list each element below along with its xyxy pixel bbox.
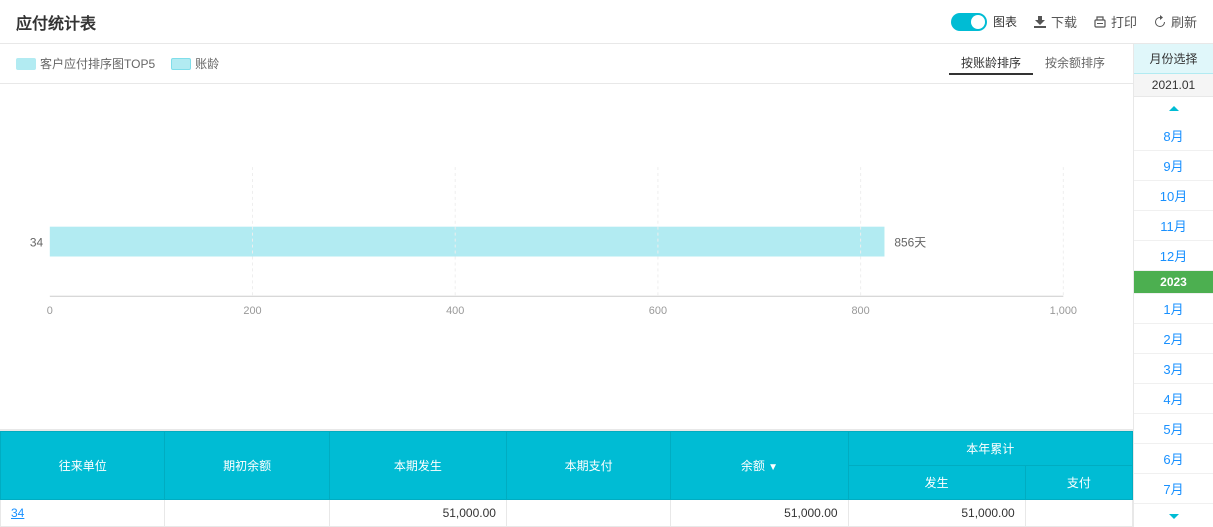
sidebar-date-input[interactable]: 2021.01: [1134, 74, 1213, 97]
print-button[interactable]: 打印: [1093, 12, 1137, 31]
legend-color-1: [16, 58, 36, 70]
chart-toggle-wrap: 图表: [951, 13, 1017, 31]
print-icon: [1093, 15, 1107, 29]
sidebar-month-item[interactable]: 7月: [1134, 474, 1213, 504]
chevron-down-icon: [1166, 508, 1182, 524]
header: 应付统计表 图表 下载 打印 刷新: [0, 0, 1213, 44]
refresh-icon: [1153, 15, 1167, 29]
td-current: 51,000.00: [329, 500, 506, 527]
bar-chart: 34 856天 0 200 400 600 800 1,000: [20, 94, 1113, 419]
refresh-button[interactable]: 刷新: [1153, 12, 1197, 31]
sidebar-month-item[interactable]: 1月: [1134, 294, 1213, 324]
sidebar-month-item[interactable]: 5月: [1134, 414, 1213, 444]
download-icon: [1033, 15, 1047, 29]
app-container: 应付统计表 图表 下载 打印 刷新: [0, 0, 1213, 527]
download-label: 下载: [1051, 12, 1077, 31]
chart-container: 34 856天 0 200 400 600 800 1,000: [0, 84, 1133, 429]
sidebar-month-item[interactable]: 12月: [1134, 241, 1213, 271]
page-title: 应付统计表: [16, 10, 96, 34]
chart-toggle[interactable]: [951, 13, 987, 31]
th-ytd: 本年累计: [848, 432, 1132, 466]
td-balance: 51,000.00: [671, 500, 848, 527]
table-row: 34 51,000.00 51,000.00 51,000.00: [1, 500, 1133, 527]
td-ytd-pay: [1025, 500, 1132, 527]
th-ytd-occur: 发生: [848, 466, 1025, 500]
legend-label-2: 账龄: [195, 55, 219, 72]
legend-color-2: [171, 58, 191, 70]
bar-rect: [50, 227, 885, 257]
data-table: 往来单位 期初余额 本期发生 本期支付 余额 ▼ 本年累计 发生 支付: [0, 431, 1133, 527]
svg-text:0: 0: [47, 305, 53, 317]
svg-text:600: 600: [649, 305, 667, 317]
sidebar-month-item[interactable]: 2月: [1134, 324, 1213, 354]
sidebar-month-item[interactable]: 11月: [1134, 211, 1213, 241]
sort-by-balance-btn[interactable]: 按余额排序: [1033, 52, 1117, 75]
chart-header: 客户应付排序图TOP5 账龄 按账龄排序 按余额排序: [0, 44, 1133, 84]
svg-text:400: 400: [446, 305, 464, 317]
chart-legend: 客户应付排序图TOP5 账龄: [16, 55, 219, 72]
legend-item-1: 客户应付排序图TOP5: [16, 55, 155, 72]
sidebar-month-item[interactable]: 6月: [1134, 444, 1213, 474]
td-ytd-occur: 51,000.00: [848, 500, 1025, 527]
td-opening: [165, 500, 329, 527]
sidebar-month-item[interactable]: 3月: [1134, 354, 1213, 384]
main-content: 客户应付排序图TOP5 账龄 按账龄排序 按余额排序 34: [0, 44, 1213, 527]
th-payment: 本期支付: [506, 432, 670, 500]
th-current: 本期发生: [329, 432, 506, 500]
scroll-down-btn[interactable]: [1134, 504, 1213, 527]
download-button[interactable]: 下载: [1033, 12, 1077, 31]
bar-y-label: 34: [30, 236, 44, 250]
sidebar: 月份选择 2021.01 8月9月10月11月12月20231月2月3月4月5月…: [1133, 44, 1213, 527]
sort-by-age-btn[interactable]: 按账龄排序: [949, 52, 1033, 75]
svg-text:200: 200: [243, 305, 261, 317]
th-balance: 余额 ▼: [671, 432, 848, 500]
sidebar-month-item[interactable]: 8月: [1134, 121, 1213, 151]
sidebar-header: 月份选择: [1134, 44, 1213, 74]
td-payment: [506, 500, 670, 527]
sidebar-year-badge[interactable]: 2023: [1134, 271, 1213, 294]
chart-toggle-label: 图表: [993, 13, 1017, 30]
sidebar-month-item[interactable]: 4月: [1134, 384, 1213, 414]
sidebar-month-item[interactable]: 9月: [1134, 151, 1213, 181]
scroll-up-btn[interactable]: [1134, 97, 1213, 121]
chart-area: 客户应付排序图TOP5 账龄 按账龄排序 按余额排序 34: [0, 44, 1133, 527]
th-unit: 往来单位: [1, 432, 165, 500]
bar-end-label: 856天: [894, 236, 926, 250]
td-unit[interactable]: 34: [1, 500, 165, 527]
chart-sort-btns: 按账龄排序 按余额排序: [949, 52, 1117, 75]
legend-item-2: 账龄: [171, 55, 219, 72]
th-ytd-pay: 支付: [1025, 466, 1132, 500]
print-label: 打印: [1111, 12, 1137, 31]
sidebar-month-item[interactable]: 10月: [1134, 181, 1213, 211]
header-actions: 图表 下载 打印 刷新: [951, 12, 1197, 31]
svg-text:800: 800: [851, 305, 869, 317]
table-area: 往来单位 期初余额 本期发生 本期支付 余额 ▼ 本年累计 发生 支付: [0, 429, 1133, 527]
refresh-label: 刷新: [1171, 12, 1197, 31]
th-opening: 期初余额: [165, 432, 329, 500]
chevron-up-icon: [1166, 101, 1182, 117]
svg-text:1,000: 1,000: [1050, 305, 1077, 317]
legend-label-1: 客户应付排序图TOP5: [40, 55, 155, 72]
sidebar-scroll[interactable]: 8月9月10月11月12月20231月2月3月4月5月6月7月: [1134, 97, 1213, 527]
